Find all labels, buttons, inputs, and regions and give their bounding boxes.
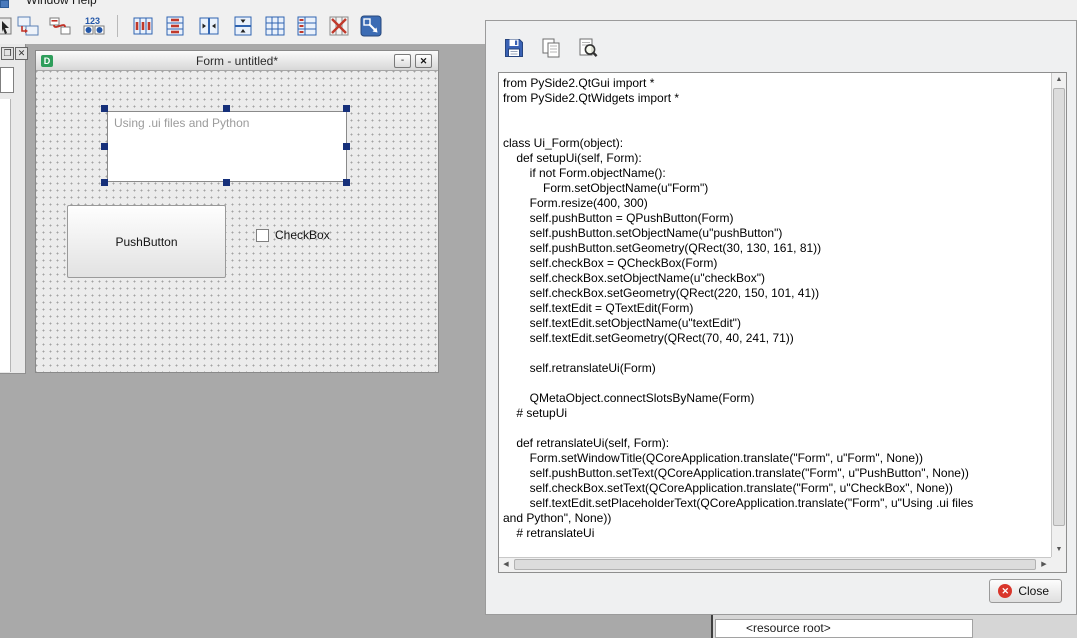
checkbox-indicator[interactable] bbox=[256, 229, 269, 242]
selection-handle[interactable] bbox=[101, 179, 108, 186]
code-line: QMetaObject.connectSlotsByName(Form) bbox=[503, 391, 1051, 406]
minimize-button[interactable]: - bbox=[394, 54, 411, 68]
menu-window[interactable]: Window bbox=[26, 0, 69, 7]
close-button[interactable]: ✕ Close bbox=[989, 579, 1062, 603]
code-line: self.checkBox = QCheckBox(Form) bbox=[503, 256, 1051, 271]
layout-grid-icon[interactable] bbox=[261, 12, 288, 39]
code-line: self.pushButton.setGeometry(QRect(30, 13… bbox=[503, 241, 1051, 256]
code-line: # retranslateUi bbox=[503, 526, 1051, 541]
close-button-label: Close bbox=[1018, 584, 1049, 598]
code-line: from PySide2.QtWidgets import * bbox=[503, 91, 1051, 106]
code-line bbox=[503, 346, 1051, 361]
code-line: self.textEdit.setGeometry(QRect(70, 40, … bbox=[503, 331, 1051, 346]
code-line: self.pushButton = QPushButton(Form) bbox=[503, 211, 1051, 226]
dock-close-button[interactable]: ✕ bbox=[15, 47, 28, 60]
adjust-size-icon[interactable] bbox=[357, 12, 384, 39]
horizontal-scrollbar[interactable]: ◀ ▶ bbox=[499, 557, 1051, 572]
layout-vertical-icon[interactable] bbox=[161, 12, 188, 39]
code-line: Form.setWindowTitle(QCoreApplication.tra… bbox=[503, 451, 1051, 466]
code-text-area[interactable]: from PySide2.QtGui import *from PySide2.… bbox=[498, 72, 1067, 573]
form-window-titlebar[interactable]: D Form - untitled* - ✕ bbox=[36, 51, 438, 71]
form-window-title: Form - untitled* bbox=[36, 54, 438, 68]
checkbox-widget[interactable]: CheckBox bbox=[256, 228, 330, 242]
code-line: self.textEdit.setPlaceholderText(QCoreAp… bbox=[503, 496, 1051, 511]
vertical-scrollbar[interactable]: ▲ ▼ bbox=[1051, 73, 1066, 557]
selection-handle[interactable] bbox=[343, 179, 350, 186]
resource-root-item[interactable]: <resource root> bbox=[715, 619, 973, 638]
code-line bbox=[503, 376, 1051, 391]
svg-text:123: 123 bbox=[85, 16, 100, 26]
menu-help[interactable]: Help bbox=[72, 0, 97, 7]
pushbutton-widget[interactable]: PushButton bbox=[67, 205, 226, 278]
code-line bbox=[503, 106, 1051, 121]
edit-signals-slots-icon[interactable] bbox=[14, 12, 41, 39]
toolbar-separator bbox=[117, 15, 118, 37]
edit-buddies-icon[interactable] bbox=[46, 12, 73, 39]
code-line: self.pushButton.setObjectName(u"pushButt… bbox=[503, 226, 1051, 241]
break-layout-icon[interactable] bbox=[325, 12, 352, 39]
code-line: self.pushButton.setText(QCoreApplication… bbox=[503, 466, 1051, 481]
dock-float-button[interactable]: ❐ bbox=[1, 47, 14, 60]
code-content: from PySide2.QtGui import *from PySide2.… bbox=[499, 73, 1051, 557]
code-line: class Ui_Form(object): bbox=[503, 136, 1051, 151]
scroll-down-arrow[interactable]: ▼ bbox=[1052, 543, 1066, 557]
close-window-button[interactable]: ✕ bbox=[415, 54, 432, 68]
code-line: and Python", None)) bbox=[503, 511, 1051, 526]
selection-handle[interactable] bbox=[223, 179, 230, 186]
layout-form-icon[interactable] bbox=[293, 12, 320, 39]
edit-tab-order-icon[interactable]: 123 bbox=[80, 12, 107, 39]
widget-filter-input[interactable] bbox=[0, 67, 14, 93]
checkbox-label: CheckBox bbox=[275, 228, 330, 242]
code-line: if not Form.objectName(): bbox=[503, 166, 1051, 181]
vertical-scroll-thumb[interactable] bbox=[1053, 88, 1065, 526]
layout-horizontal-icon[interactable] bbox=[129, 12, 156, 39]
selection-handle[interactable] bbox=[101, 105, 108, 112]
code-line bbox=[503, 121, 1051, 136]
close-icon: ✕ bbox=[998, 584, 1012, 598]
code-line: self.checkBox.setObjectName(u"checkBox") bbox=[503, 271, 1051, 286]
save-icon[interactable] bbox=[500, 34, 528, 62]
scroll-right-arrow[interactable]: ▶ bbox=[1037, 558, 1051, 572]
code-line: # setupUi bbox=[503, 406, 1051, 421]
code-line: self.retranslateUi(Form) bbox=[503, 361, 1051, 376]
code-line: self.textEdit.setObjectName(u"textEdit") bbox=[503, 316, 1051, 331]
widget-box-list[interactable] bbox=[0, 99, 11, 372]
code-preview-dialog: from PySide2.QtGui import *from PySide2.… bbox=[485, 20, 1077, 615]
layout-horizontal-splitter-icon[interactable] bbox=[195, 12, 222, 39]
copy-icon[interactable] bbox=[537, 34, 565, 62]
code-line: self.checkBox.setGeometry(QRect(220, 150… bbox=[503, 286, 1051, 301]
code-line: self.checkBox.setText(QCoreApplication.t… bbox=[503, 481, 1051, 496]
selection-handle[interactable] bbox=[101, 143, 108, 150]
edit-widgets-icon[interactable] bbox=[0, 12, 14, 39]
form-canvas[interactable]: Using .ui files and Python PushButton Ch… bbox=[36, 71, 438, 372]
textedit-widget[interactable]: Using .ui files and Python bbox=[107, 111, 347, 182]
code-dialog-toolbar bbox=[500, 34, 602, 64]
selection-handle[interactable] bbox=[223, 105, 230, 112]
scroll-up-arrow[interactable]: ▲ bbox=[1052, 73, 1066, 87]
form-editor-window: D Form - untitled* - ✕ Using .ui files a… bbox=[35, 50, 439, 373]
code-line: def setupUi(self, Form): bbox=[503, 151, 1051, 166]
pushbutton-label: PushButton bbox=[115, 235, 177, 249]
code-line bbox=[503, 421, 1051, 436]
selection-handle[interactable] bbox=[343, 143, 350, 150]
textedit-placeholder: Using .ui files and Python bbox=[114, 116, 249, 130]
layout-vertical-splitter-icon[interactable] bbox=[229, 12, 256, 39]
code-line: Form.resize(400, 300) bbox=[503, 196, 1051, 211]
app-icon bbox=[0, 0, 9, 8]
qt-designer-screen: Window Help 123 bbox=[0, 0, 1077, 638]
scrollbar-corner bbox=[1051, 557, 1066, 572]
widget-box-dock-sliver: ❐ ✕ bbox=[0, 44, 26, 374]
selection-handle[interactable] bbox=[343, 105, 350, 112]
code-line: self.textEdit = QTextEdit(Form) bbox=[503, 301, 1051, 316]
find-icon[interactable] bbox=[574, 34, 602, 62]
resource-browser-dock: <resource root> bbox=[711, 615, 1077, 638]
code-line: Form.setObjectName(u"Form") bbox=[503, 181, 1051, 196]
code-line: from PySide2.QtGui import * bbox=[503, 76, 1051, 91]
menubar: Window Help bbox=[0, 0, 1077, 9]
code-line: def retranslateUi(self, Form): bbox=[503, 436, 1051, 451]
horizontal-scroll-thumb[interactable] bbox=[514, 559, 1036, 570]
scroll-left-arrow[interactable]: ◀ bbox=[499, 558, 513, 572]
